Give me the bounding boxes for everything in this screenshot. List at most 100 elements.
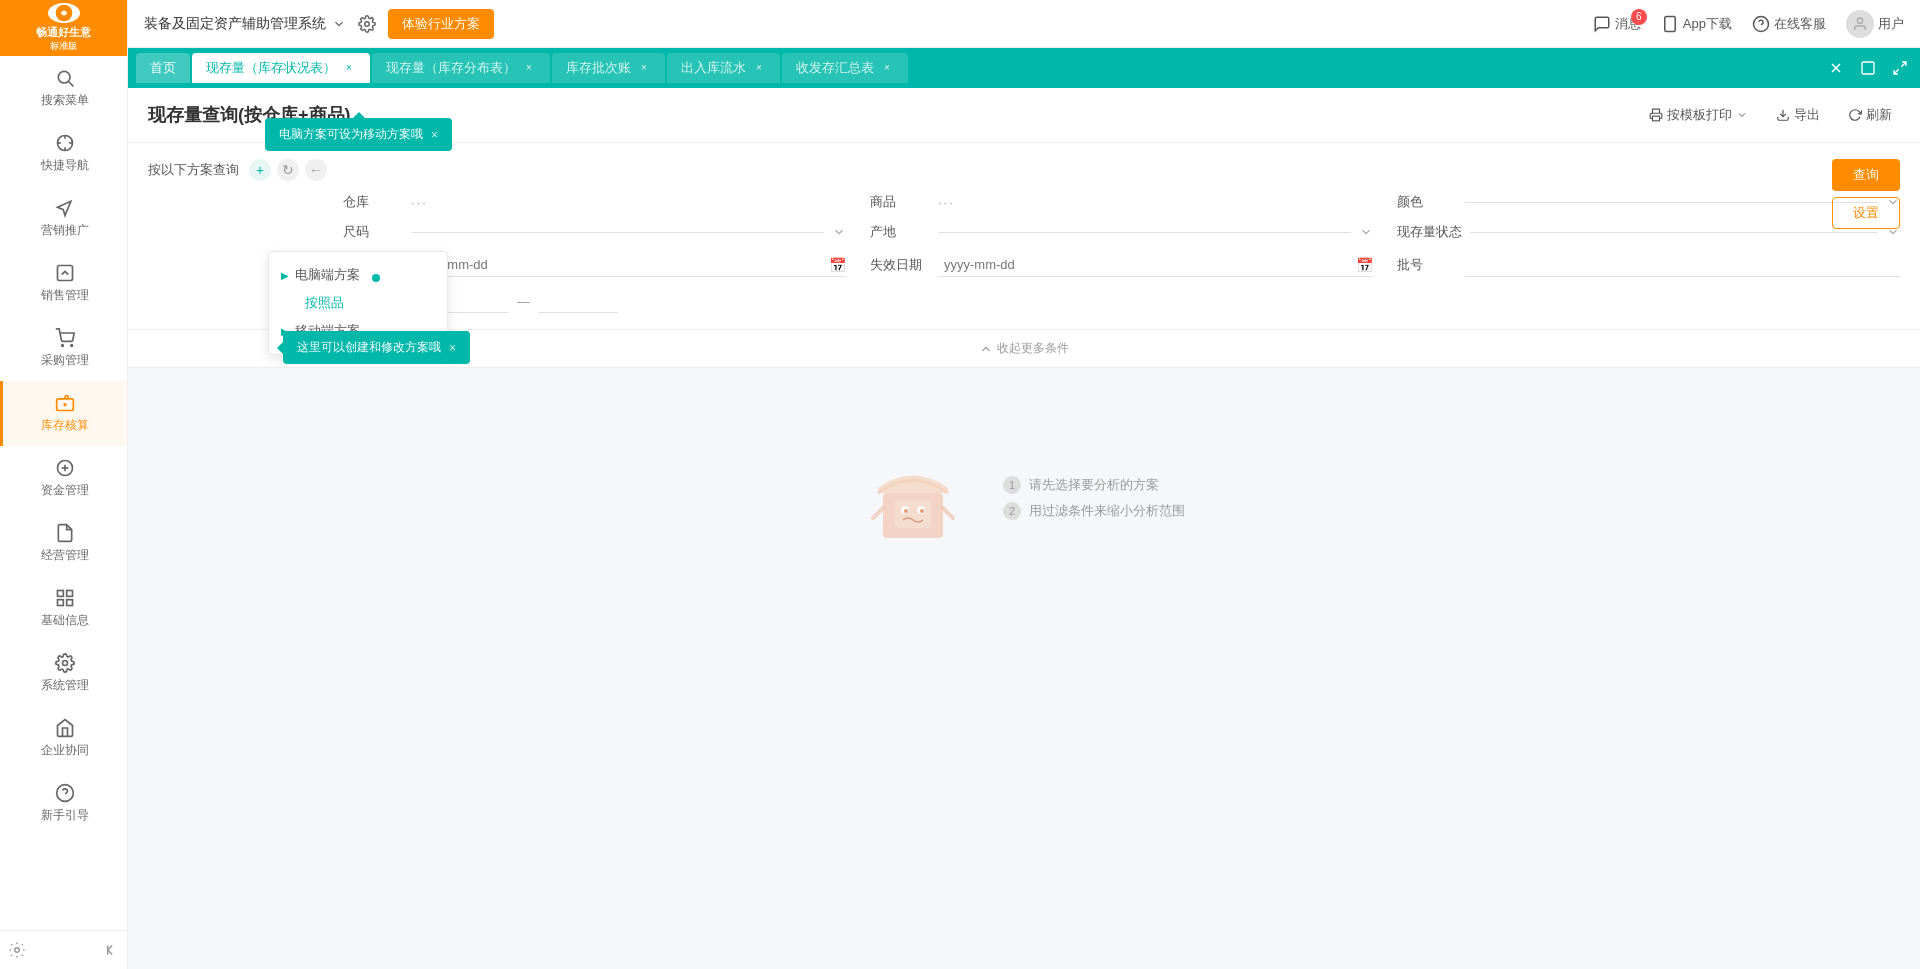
top-header: 装备及固定资产辅助管理系统 体验行业方案 消息 6 App下载 在线客服 xyxy=(128,0,1920,48)
svg-point-44 xyxy=(920,509,924,513)
print-btn[interactable]: 按模板打印 xyxy=(1641,102,1756,128)
page-actions: 按模板打印 导出 刷新 xyxy=(1641,102,1900,128)
filter-row-goods: 商品 ··· xyxy=(870,193,1373,211)
svg-rect-17 xyxy=(58,591,64,597)
sidebar-item-sales[interactable]: 销售管理 xyxy=(0,251,127,316)
tooltip-create-scheme: 这里可以创建和修改方案哦 × xyxy=(283,331,470,364)
logo-icon xyxy=(48,3,80,23)
svg-rect-40 xyxy=(895,500,931,528)
tab-batch-account[interactable]: 库存批次账 × xyxy=(552,53,665,83)
header-user[interactable]: 用户 xyxy=(1846,10,1904,38)
tooltip-desktop-scheme: 电脑方案可设为移动方案哦 × xyxy=(265,118,452,151)
refresh-btn[interactable]: 刷新 xyxy=(1840,102,1900,128)
empty-tip-1: 1 请先选择要分析的方案 xyxy=(1003,476,1185,494)
svg-rect-34 xyxy=(1862,62,1874,74)
tab-close-inventory-dist[interactable]: × xyxy=(522,61,536,75)
filter-add-btn[interactable]: + xyxy=(249,159,271,181)
svg-point-26 xyxy=(365,21,370,26)
sidebar-collapse-btn[interactable] xyxy=(101,941,119,959)
tooltip1-close-btn[interactable]: × xyxy=(431,128,438,142)
tab-close-collect-summary[interactable]: × xyxy=(880,61,894,75)
expire-date-input[interactable] xyxy=(938,253,1356,276)
schema-desktop-child-1[interactable]: 按照品 xyxy=(293,290,447,316)
origin-chevron-down-icon xyxy=(1359,225,1373,239)
sidebar-item-purchase[interactable]: 采购管理 xyxy=(0,316,127,381)
tab-in-out-flow[interactable]: 出入库流水 × xyxy=(667,53,780,83)
empty-illustration xyxy=(863,448,963,548)
empty-row: 1 请先选择要分析的方案 2 用过滤条件来缩小分析范围 xyxy=(863,448,1185,548)
tab-inventory-status[interactable]: 现存量（库存状况表） × xyxy=(192,53,370,83)
sidebar-item-search[interactable]: 搜索菜单 xyxy=(0,56,127,121)
produce-date-input[interactable] xyxy=(411,253,829,276)
sidebar: 畅通好生意 标准版 搜索菜单 快捷导航 营销推广 销售管理 采购管理 库存核算 xyxy=(0,0,128,969)
tab-close-batch-account[interactable]: × xyxy=(637,61,651,75)
svg-line-45 xyxy=(873,508,883,518)
sidebar-item-operation[interactable]: 经营管理 xyxy=(0,511,127,576)
filter-row-expire-date: 失效日期 📅 xyxy=(870,253,1373,277)
svg-line-2 xyxy=(69,82,74,87)
sidebar-item-marketing[interactable]: 营销推广 xyxy=(0,186,127,251)
tab-close-inventory-status[interactable]: × xyxy=(342,61,356,75)
sidebar-item-enterprise[interactable]: 企业协同 xyxy=(0,706,127,771)
tab-home[interactable]: 首页 xyxy=(136,53,190,83)
collapse-chevron-up-icon xyxy=(979,342,993,356)
svg-rect-8 xyxy=(58,266,73,281)
filter-back-btn[interactable]: ← xyxy=(305,159,327,181)
expire-date-input-wrapper[interactable]: 📅 xyxy=(938,253,1373,277)
empty-state: 1 请先选择要分析的方案 2 用过滤条件来缩小分析范围 xyxy=(128,368,1920,628)
tooltip2-close-btn[interactable]: × xyxy=(449,341,456,355)
system-name: 装备及固定资产辅助管理系统 xyxy=(144,15,346,33)
sidebar-item-base[interactable]: 基础信息 xyxy=(0,576,127,641)
tab-maximize-btn[interactable] xyxy=(1888,56,1912,80)
stock-main-to-input[interactable] xyxy=(538,289,618,313)
industry-btn[interactable]: 体验行业方案 xyxy=(388,9,494,39)
filter-action-buttons: 查询 设置 xyxy=(1832,159,1900,229)
tab-restore-btn[interactable] xyxy=(1856,56,1880,80)
empty-tip-2: 2 用过滤条件来缩小分析范围 xyxy=(1003,502,1185,520)
header-settings-btn[interactable] xyxy=(358,15,376,33)
sidebar-logo: 畅通好生意 标准版 xyxy=(0,0,127,56)
empty-tips: 1 请先选择要分析的方案 2 用过滤条件来缩小分析范围 xyxy=(1003,476,1185,520)
svg-point-24 xyxy=(15,948,20,953)
tab-bar: 首页 现存量（库存状况表） × 现存量（库存分布表） × 库存批次账 × 出入库… xyxy=(128,48,1920,88)
svg-rect-37 xyxy=(1653,116,1660,121)
filter-header: 按以下方案查询 + ↻ ← 电脑方案可设为移动方案哦 × xyxy=(148,159,1900,181)
reset-btn[interactable]: 设置 xyxy=(1832,197,1900,229)
header-app[interactable]: App下载 xyxy=(1661,15,1732,33)
sidebar-item-inventory[interactable]: 库存核算 xyxy=(0,381,127,446)
svg-point-1 xyxy=(58,71,70,83)
query-btn[interactable]: 查询 xyxy=(1832,159,1900,191)
schema-desktop-group[interactable]: ▶ 电脑端方案 xyxy=(269,260,447,290)
filter-grid-wrapper: 仓库 ··· 商品 ··· 颜色 尺码 xyxy=(343,193,1900,313)
avatar xyxy=(1846,10,1874,38)
svg-line-36 xyxy=(1894,69,1899,74)
filter-header-label: 按以下方案查询 xyxy=(148,161,239,179)
sidebar-settings-btn[interactable] xyxy=(8,941,26,959)
sidebar-item-finance[interactable]: 资金管理 xyxy=(0,446,127,511)
svg-point-10 xyxy=(71,345,73,347)
dot-indicator xyxy=(372,274,380,282)
sidebar-item-system[interactable]: 系统管理 xyxy=(0,641,127,706)
svg-point-21 xyxy=(63,661,68,666)
sidebar-item-guide[interactable]: 新手引导 xyxy=(0,771,127,836)
header-right: 消息 6 App下载 在线客服 用户 xyxy=(1593,10,1904,38)
filter-area: 按以下方案查询 + ↻ ← 电脑方案可设为移动方案哦 × ▶ xyxy=(128,143,1920,330)
sidebar-item-quick[interactable]: 快捷导航 xyxy=(0,121,127,186)
header-support[interactable]: 在线客服 xyxy=(1752,15,1826,33)
svg-line-35 xyxy=(1901,62,1906,67)
msg-badge: 6 xyxy=(1631,9,1647,25)
svg-point-31 xyxy=(1857,18,1862,23)
expire-date-calendar-icon: 📅 xyxy=(1356,257,1373,273)
tab-collect-summary[interactable]: 收发存汇总表 × xyxy=(782,53,908,83)
produce-date-input-wrapper[interactable]: 📅 xyxy=(411,253,846,277)
tab-bar-actions xyxy=(1824,56,1912,80)
tab-inventory-dist[interactable]: 现存量（库存分布表） × xyxy=(372,53,550,83)
export-btn[interactable]: 导出 xyxy=(1768,102,1828,128)
tab-close-all-btn[interactable] xyxy=(1824,56,1848,80)
tab-close-in-out-flow[interactable]: × xyxy=(752,61,766,75)
main-content: 装备及固定资产辅助管理系统 体验行业方案 消息 6 App下载 在线客服 xyxy=(128,0,1920,969)
header-msg[interactable]: 消息 6 xyxy=(1593,15,1641,33)
svg-point-9 xyxy=(62,345,64,347)
batch-no-input[interactable] xyxy=(1465,253,1900,277)
filter-refresh-btn[interactable]: ↻ xyxy=(277,159,299,181)
